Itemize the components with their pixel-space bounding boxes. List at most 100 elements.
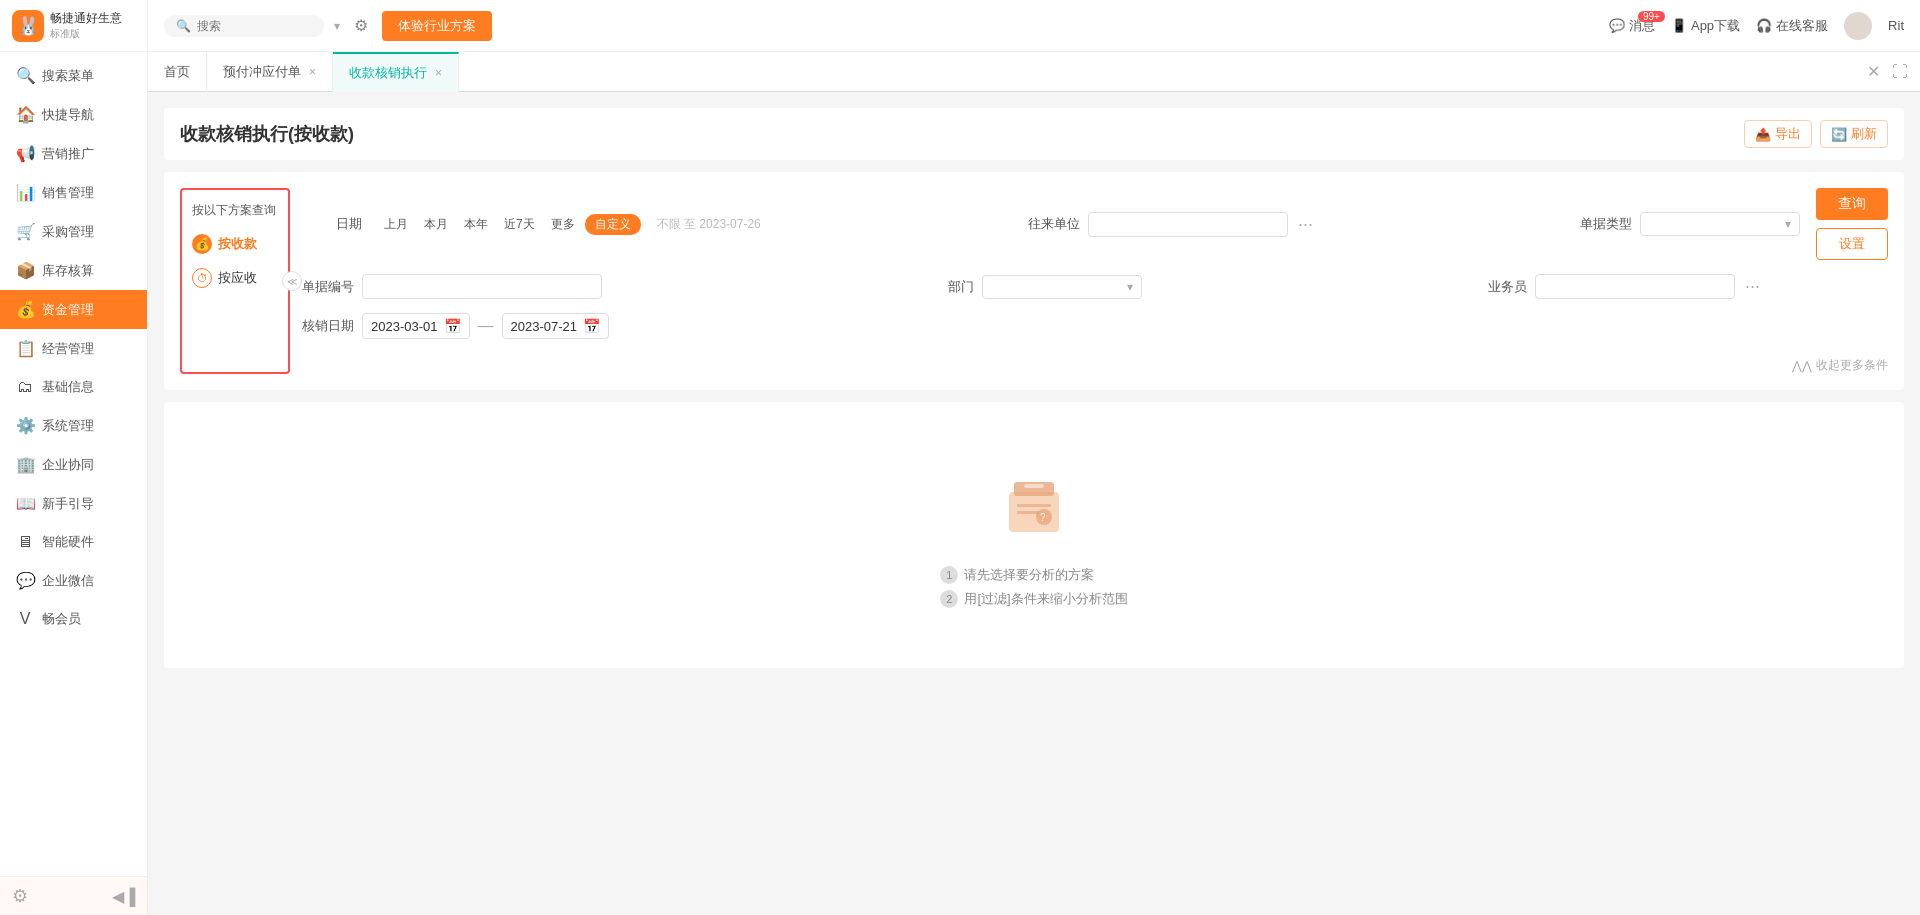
collection-icon: 💰 — [192, 234, 212, 254]
date-label: 日期 — [302, 215, 362, 233]
tip2-text: 用[过滤]条件来缩小分析范围 — [964, 590, 1127, 608]
tab-collect-close[interactable]: × — [435, 66, 442, 80]
verification-date-start[interactable]: 2023-03-01 📅 — [362, 313, 470, 339]
sidebar-item-purchase[interactable]: 🛒采购管理 — [0, 212, 147, 251]
sales-icon: 📊 — [16, 183, 34, 202]
sidebar-item-search-menu[interactable]: 🔍搜索菜单 — [0, 56, 147, 95]
sidebar-nav: 🔍搜索菜单🏠快捷导航📢营销推广 📊 销售管理 🛒采购管理📦库存核算💰资金管理 📋 经营管理… — [0, 52, 147, 876]
verification-date-end[interactable]: 2023-07-21 📅 — [502, 313, 610, 339]
sidebar-item-basic[interactable]: 🗂基础信息 — [0, 368, 147, 406]
sales-label: 销售管理 — [42, 184, 94, 202]
tab-collect-label: 收款核销执行 — [349, 64, 427, 82]
online-service-btn[interactable]: 🎧 在线客服 — [1756, 17, 1828, 35]
chevron-down-icon[interactable]: ▾ — [334, 19, 340, 33]
filter-sidebar-title: 按以下方案查询 — [182, 198, 288, 227]
business-icon: 📋 — [16, 339, 34, 358]
salesperson-input[interactable] — [1535, 274, 1735, 299]
date-btn-custom[interactable]: 自定义 — [585, 214, 641, 235]
inventory-icon: 📦 — [16, 261, 34, 280]
tab-home[interactable]: 首页 — [148, 52, 207, 92]
quick-nav-icon: 🏠 — [16, 105, 34, 124]
maximize-icon[interactable]: ⛶ — [1888, 61, 1912, 83]
salesperson-picker-icon[interactable]: ··· — [1745, 276, 1760, 297]
filter-option-receivable[interactable]: ⏱ 按应收 — [182, 261, 288, 295]
purchase-label: 采购管理 — [42, 223, 94, 241]
app-label: App下载 — [1691, 17, 1740, 35]
date-btn-this-year[interactable]: 本年 — [458, 214, 494, 235]
filter-sidebar-collapse-btn[interactable]: ≪ — [282, 271, 302, 291]
tab-prepay-close[interactable]: × — [309, 65, 316, 79]
verification-date-range: 2023-03-01 📅 — 2023-07-21 📅 — [362, 313, 609, 339]
svg-rect-2 — [1024, 484, 1044, 488]
sidebar-item-beginner[interactable]: 📖新手引导 — [0, 484, 147, 523]
department-select[interactable]: ▾ — [982, 275, 1142, 299]
refresh-button[interactable]: 🔄 刷新 — [1820, 120, 1888, 148]
date-end-value: 2023-07-21 — [511, 319, 578, 334]
tab-prepay[interactable]: 预付冲应付单 × — [207, 52, 333, 92]
sidebar-item-sales[interactable]: 📊 销售管理 — [0, 173, 147, 212]
empty-tip-1: 1 请先选择要分析的方案 — [940, 566, 1127, 584]
refresh-label: 刷新 — [1851, 125, 1877, 143]
member-icon: V — [16, 610, 34, 628]
marketing-label: 营销推广 — [42, 145, 94, 163]
collapse-sidebar-icon[interactable]: ◀▐ — [112, 887, 135, 906]
doc-type-select[interactable]: ▾ — [1640, 212, 1800, 236]
export-button[interactable]: 📤 导出 — [1744, 120, 1812, 148]
filter-row-3: 核销日期 2023-03-01 📅 — 2023-07-21 📅 — [302, 313, 1888, 339]
date-btn-this-month[interactable]: 本月 — [418, 214, 454, 235]
search-icon: 🔍 — [176, 19, 191, 33]
date-btn-more[interactable]: 更多 — [545, 214, 581, 235]
tip1-text: 请先选择要分析的方案 — [964, 566, 1094, 584]
counterpart-input[interactable] — [1088, 212, 1288, 237]
tab-home-label: 首页 — [164, 63, 190, 81]
date-btn-prev-month[interactable]: 上月 — [378, 214, 414, 235]
beginner-label: 新手引导 — [42, 495, 94, 513]
business-label: 经营管理 — [42, 340, 94, 358]
sidebar-item-inventory[interactable]: 📦库存核算 — [0, 251, 147, 290]
service-icon: 🎧 — [1756, 18, 1772, 33]
query-button[interactable]: 查询 — [1816, 188, 1888, 220]
tab-collect[interactable]: 收款核销执行 × — [333, 52, 459, 92]
filter-actions: 查询 设置 — [1816, 188, 1888, 260]
export-label: 导出 — [1775, 125, 1801, 143]
settings-button[interactable]: 设置 — [1816, 228, 1888, 260]
close-all-tabs-icon[interactable]: ✕ — [1863, 60, 1884, 83]
tab-prepay-label: 预付冲应付单 — [223, 63, 301, 81]
wechat-icon: 💬 — [16, 571, 34, 590]
search-box[interactable]: 🔍 — [164, 15, 324, 37]
search-input[interactable] — [197, 19, 312, 33]
svg-rect-6 — [1017, 511, 1039, 514]
counterpart-picker-icon[interactable]: ··· — [1298, 214, 1313, 235]
date-btn-7days[interactable]: 近7天 — [498, 214, 541, 235]
sidebar-item-member[interactable]: V畅会员 — [0, 600, 147, 638]
finance-label: 资金管理 — [42, 301, 94, 319]
topbar-gear-icon[interactable]: ⚙ — [354, 16, 368, 35]
user-name[interactable]: Rit — [1888, 18, 1904, 33]
settings-icon[interactable]: ⚙ — [12, 885, 28, 907]
sidebar-item-business[interactable]: 📋 经营管理 — [0, 329, 147, 368]
empty-illustration: ? — [989, 462, 1079, 552]
sidebar-item-finance[interactable]: 💰资金管理 — [0, 290, 147, 329]
service-label: 在线客服 — [1776, 17, 1828, 35]
calendar-start-icon: 📅 — [444, 318, 461, 334]
sidebar-item-hardware[interactable]: 🖥智能硬件 — [0, 523, 147, 561]
sidebar-item-enterprise[interactable]: 🏢企业协同 — [0, 445, 147, 484]
sidebar-item-marketing[interactable]: 📢营销推广 — [0, 134, 147, 173]
sidebar-item-system[interactable]: ⚙️系统管理 — [0, 406, 147, 445]
industry-btn[interactable]: 体验行业方案 — [382, 11, 492, 41]
doc-number-input[interactable] — [362, 274, 602, 299]
date-range-separator: — — [478, 317, 494, 335]
svg-text:?: ? — [1040, 512, 1046, 523]
refresh-icon: 🔄 — [1831, 127, 1847, 142]
tab-actions: ✕ ⛶ — [1855, 60, 1920, 83]
sidebar-item-quick-nav[interactable]: 🏠快捷导航 — [0, 95, 147, 134]
message-btn[interactable]: 💬 消息 99+ — [1609, 17, 1655, 35]
search-menu-label: 搜索菜单 — [42, 67, 94, 85]
page-header: 收款核销执行(按收款) 📤 导出 🔄 刷新 — [164, 108, 1904, 160]
filter-option-collection[interactable]: 💰 按收款 — [182, 227, 288, 261]
app-download-btn[interactable]: 📱 App下载 — [1671, 17, 1740, 35]
salesperson-field: 业务员 ··· — [1488, 274, 1760, 299]
collapse-more-label: 收起更多条件 — [1816, 357, 1888, 374]
sidebar-item-wechat[interactable]: 💬企业微信 — [0, 561, 147, 600]
collapse-more-btn[interactable]: ⋀⋀ 收起更多条件 — [302, 353, 1888, 374]
